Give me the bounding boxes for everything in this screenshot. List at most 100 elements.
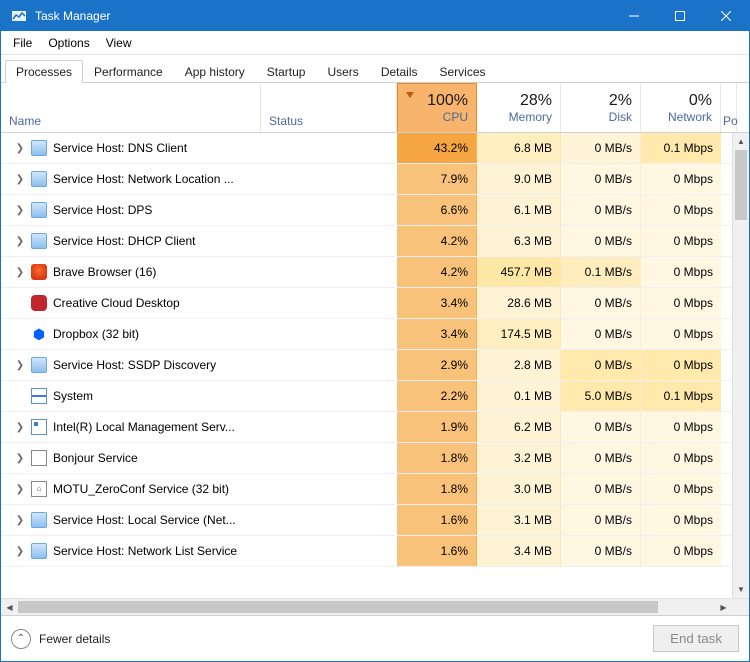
col-extra[interactable]: Po [721,83,737,132]
expand-icon[interactable]: ❯ [9,515,31,526]
cell-network: 0 Mbps [641,319,721,349]
window-title: Task Manager [35,9,110,23]
cell-network: 0.1 Mbps [641,381,721,411]
cell-status [261,350,397,380]
minimize-button[interactable] [611,1,657,31]
tab-strip: Processes Performance App history Startu… [1,55,749,83]
cell-memory: 3.4 MB [477,536,561,566]
col-cpu[interactable]: 100% CPU [397,83,477,132]
motu-icon: ⌂ [31,481,47,497]
process-name: MOTU_ZeroConf Service (32 bit) [53,482,229,496]
process-row[interactable]: ❯Service Host: DHCP Client4.2%6.3 MB0 MB… [1,226,749,257]
menu-file[interactable]: File [5,33,40,53]
process-row[interactable]: ❯Service Host: SSDP Discovery2.9%2.8 MB0… [1,350,749,381]
gear-icon [31,171,47,187]
fewer-details-button[interactable]: ⌃ Fewer details [11,629,110,649]
cell-disk: 0 MB/s [561,443,641,473]
process-name: Service Host: SSDP Discovery [53,358,216,372]
cell-cpu: 2.2% [397,381,477,411]
tab-details[interactable]: Details [370,60,429,83]
creative-cloud-icon [31,295,47,311]
tab-users[interactable]: Users [316,60,369,83]
process-row[interactable]: ❯⌂MOTU_ZeroConf Service (32 bit)1.8%3.0 … [1,474,749,505]
expand-icon[interactable]: ❯ [9,236,31,247]
column-headers: Name Status 100% CPU 28% Memory 2% Disk … [1,83,749,133]
cell-cpu: 1.6% [397,505,477,535]
tab-performance[interactable]: Performance [83,60,174,83]
horizontal-scrollbar[interactable]: ◀ ▶ [1,598,749,615]
process-name: Service Host: DHCP Client [53,234,196,248]
gear-icon [31,357,47,373]
expand-icon[interactable]: ❯ [9,453,31,464]
expand-icon[interactable]: ❯ [9,360,31,371]
process-row[interactable]: ❯Service Host: DNS Client43.2%6.8 MB0 MB… [1,133,749,164]
scroll-right-icon[interactable]: ▶ [715,603,732,612]
process-name: System [53,389,93,403]
cell-disk: 0 MB/s [561,288,641,318]
scroll-thumb[interactable] [735,150,747,220]
cell-network: 0 Mbps [641,505,721,535]
process-row[interactable]: System2.2%0.1 MB5.0 MB/s0.1 Mbps [1,381,749,412]
process-rows: ❯Service Host: DNS Client43.2%6.8 MB0 MB… [1,133,749,598]
menu-options[interactable]: Options [40,33,97,53]
cell-name: ⬢Dropbox (32 bit) [1,319,261,349]
tab-startup[interactable]: Startup [256,60,317,83]
maximize-button[interactable] [657,1,703,31]
cell-status [261,381,397,411]
chevron-up-icon: ⌃ [11,629,31,649]
col-disk[interactable]: 2% Disk [561,83,641,132]
cell-memory: 28.6 MB [477,288,561,318]
process-row[interactable]: Creative Cloud Desktop3.4%28.6 MB0 MB/s0… [1,288,749,319]
vertical-scrollbar[interactable]: ▲ ▼ [732,133,749,598]
cell-cpu: 4.2% [397,257,477,287]
footer: ⌃ Fewer details End task [1,615,749,661]
col-memory[interactable]: 28% Memory [477,83,561,132]
cell-cpu: 1.8% [397,474,477,504]
expand-icon[interactable]: ❯ [9,546,31,557]
col-name[interactable]: Name [1,83,261,132]
process-row[interactable]: ⬢Dropbox (32 bit)3.4%174.5 MB0 MB/s0 Mbp… [1,319,749,350]
cell-status [261,536,397,566]
process-row[interactable]: ❯Service Host: Network List Service1.6%3… [1,536,749,567]
expand-icon[interactable]: ❯ [9,484,31,495]
cell-cpu: 2.9% [397,350,477,380]
tab-app-history[interactable]: App history [174,60,256,83]
scroll-up-icon[interactable]: ▲ [733,133,749,150]
col-status[interactable]: Status [261,83,397,132]
process-name: Creative Cloud Desktop [53,296,180,310]
cell-disk: 0 MB/s [561,350,641,380]
end-task-button[interactable]: End task [653,625,739,652]
gear-icon [31,233,47,249]
expand-icon[interactable]: ❯ [9,422,31,433]
menu-view[interactable]: View [98,33,140,53]
cell-cpu: 1.6% [397,536,477,566]
cell-disk: 0 MB/s [561,133,641,163]
process-row[interactable]: ❯Service Host: DPS6.6%6.1 MB0 MB/s0 Mbps [1,195,749,226]
process-row[interactable]: ❯Bonjour Service1.8%3.2 MB0 MB/s0 Mbps [1,443,749,474]
cell-network: 0 Mbps [641,350,721,380]
tab-processes[interactable]: Processes [5,60,83,83]
cell-network: 0 Mbps [641,195,721,225]
expand-icon[interactable]: ❯ [9,174,31,185]
expand-icon[interactable]: ❯ [9,205,31,216]
process-row[interactable]: ❯Intel(R) Local Management Serv...1.9%6.… [1,412,749,443]
hscroll-thumb[interactable] [18,601,658,613]
process-row[interactable]: ❯Brave Browser (16)4.2%457.7 MB0.1 MB/s0… [1,257,749,288]
cell-memory: 6.1 MB [477,195,561,225]
expand-icon[interactable]: ❯ [9,267,31,278]
tab-services[interactable]: Services [429,60,497,83]
process-row[interactable]: ❯Service Host: Network Location ...7.9%9… [1,164,749,195]
cell-name: ❯Service Host: DPS [1,195,261,225]
cell-cpu: 1.8% [397,443,477,473]
cell-disk: 0 MB/s [561,474,641,504]
expand-icon[interactable]: ❯ [9,143,31,154]
col-network[interactable]: 0% Network [641,83,721,132]
cell-cpu: 4.2% [397,226,477,256]
cell-disk: 0 MB/s [561,505,641,535]
cell-network: 0 Mbps [641,226,721,256]
process-row[interactable]: ❯Service Host: Local Service (Net...1.6%… [1,505,749,536]
scroll-left-icon[interactable]: ◀ [1,603,18,612]
cell-disk: 0 MB/s [561,195,641,225]
close-button[interactable] [703,1,749,31]
scroll-down-icon[interactable]: ▼ [733,581,749,598]
